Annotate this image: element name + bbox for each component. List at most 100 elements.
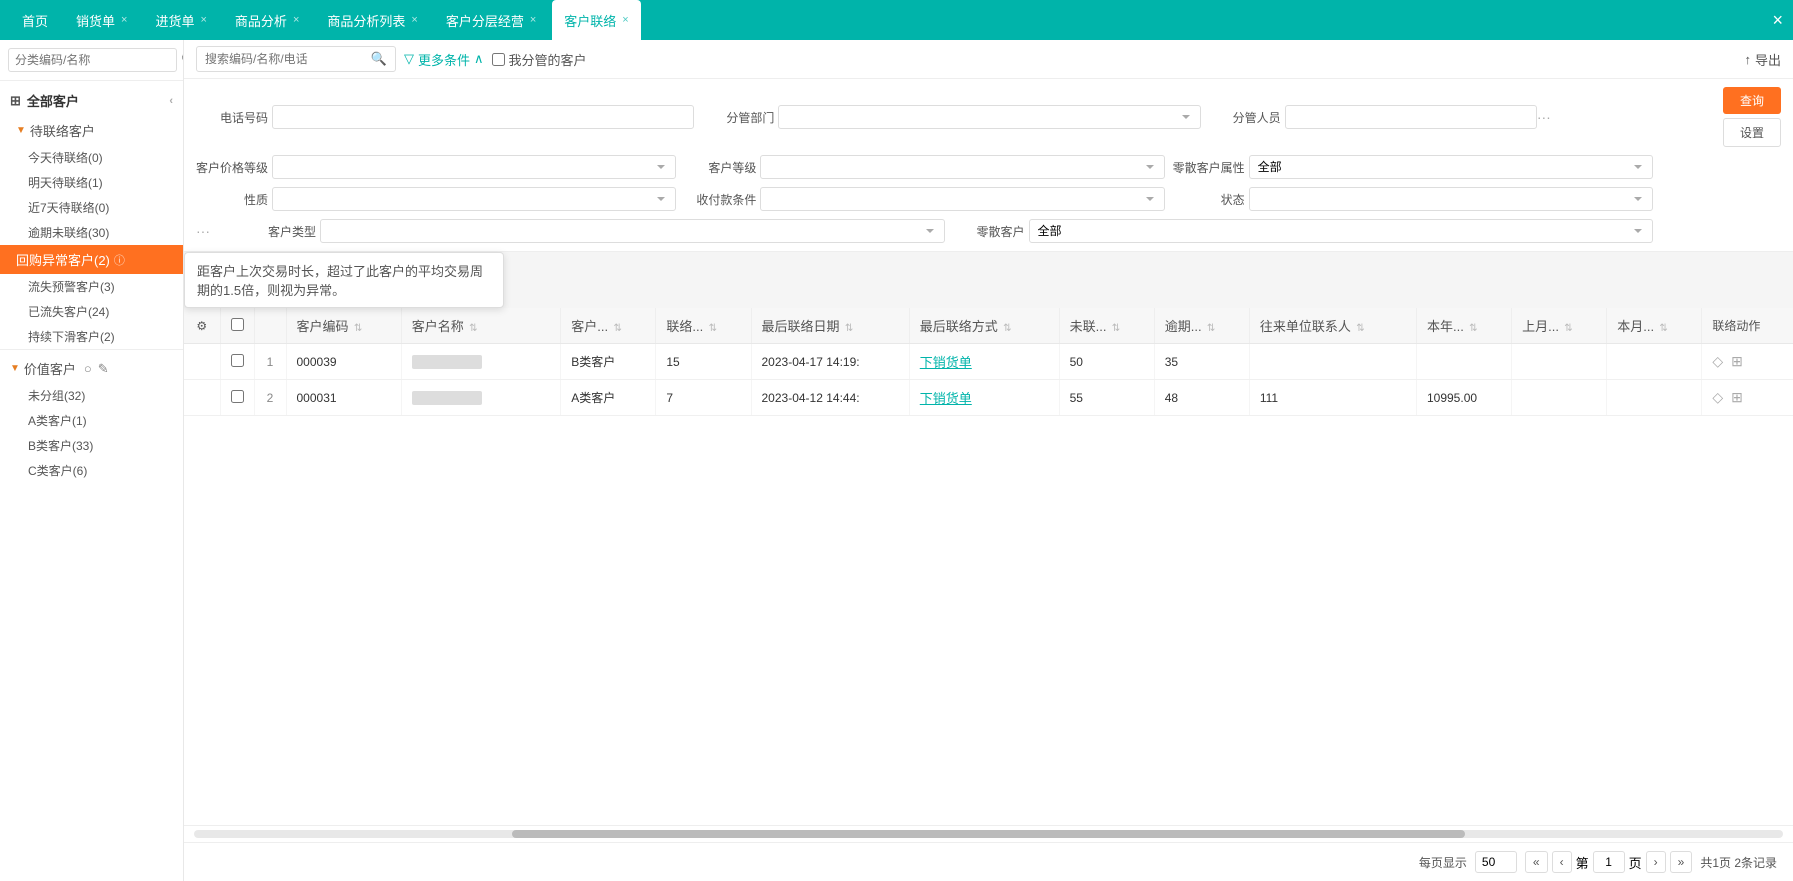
nav-item-analysis[interactable]: 商品分析 × — [223, 0, 311, 40]
main-search-icon[interactable]: 🔍 — [371, 51, 387, 67]
more-action-icon-2[interactable]: ⊞ — [1731, 389, 1743, 406]
sidebar-declining[interactable]: 持续下滑客户(2) — [0, 324, 183, 349]
settings-col-header[interactable]: ⚙ — [184, 308, 220, 344]
sidebar-item-7days[interactable]: 近7天待联络(0) — [0, 195, 183, 220]
price-grade-select[interactable] — [272, 155, 676, 179]
nav-item-customer-tier[interactable]: 客户分层经营 × — [434, 0, 548, 40]
select-all-checkbox[interactable] — [231, 318, 244, 331]
more-conditions-button[interactable]: ▽ 更多条件 ∧ — [404, 50, 484, 69]
per-page-select[interactable]: 50 — [1475, 851, 1517, 873]
sidebar-item-tomorrow[interactable]: 明天待联络(1) — [0, 170, 183, 195]
customer-type-select[interactable] — [320, 219, 945, 243]
nav-item-customer-contact[interactable]: 客户联络 × — [552, 0, 640, 40]
name-col-header[interactable]: 客户名称 ⇅ — [401, 308, 560, 344]
last-contact-method-col-header[interactable]: 最后联络方式 ⇅ — [909, 308, 1059, 344]
close-purchase-icon[interactable]: × — [200, 14, 206, 26]
sidebar-item-today[interactable]: 今天待联络(0) — [0, 145, 183, 170]
contact-action-icon-1[interactable]: ◇ — [1712, 353, 1723, 370]
query-button[interactable]: 查询 — [1723, 87, 1781, 114]
name-cell-2 — [401, 380, 560, 416]
last-contact-date-col-header[interactable]: 最后联络日期 ⇅ — [751, 308, 909, 344]
nav-home[interactable]: 首页 — [10, 0, 60, 40]
nav-item-purchase[interactable]: 进货单 × — [143, 0, 218, 40]
last-method-link-2[interactable]: 下销货单 — [920, 391, 972, 406]
export-button[interactable]: ↑ 导出 — [1744, 50, 1781, 69]
value-customers-header[interactable]: ▼ 价值客户 ○ ✎ — [0, 354, 183, 383]
last-method-link-1[interactable]: 下销货单 — [920, 355, 972, 370]
uncontacted-col-header[interactable]: 未联... ⇅ — [1059, 308, 1154, 344]
row1-checkbox[interactable] — [231, 354, 244, 367]
data-table-area[interactable]: ⚙ 客户编码 ⇅ 客户名称 ⇅ — [184, 308, 1793, 825]
sidebar-item-overdue[interactable]: 逾期未联络(30) — [0, 220, 183, 245]
manager-input[interactable] — [1285, 105, 1537, 129]
row4-ellipsis-button[interactable]: ··· — [196, 223, 210, 239]
this-year-col-header[interactable]: 本年... ⇅ — [1416, 308, 1511, 344]
sidebar-lost-warning[interactable]: 流失预警客户(3) — [0, 274, 183, 299]
payment-select[interactable] — [760, 187, 1164, 211]
last-method-cell-2[interactable]: 下销货单 — [909, 380, 1059, 416]
pending-contact-header[interactable]: ▼ 待联络客户 — [0, 116, 183, 145]
filter-row-3: 性质 收付款条件 状态 — [196, 187, 1781, 211]
window-close-button[interactable]: × — [1772, 10, 1783, 31]
price-grade-field: 客户价格等级 — [196, 155, 676, 179]
manager-ellipsis-button[interactable]: ··· — [1537, 109, 1551, 125]
retail-attr-select[interactable]: 全部 — [1249, 155, 1653, 179]
sidebar-class-c[interactable]: C类客户(6) — [0, 458, 183, 483]
sidebar-class-b[interactable]: B类客户(33) — [0, 433, 183, 458]
sidebar-ungrouped[interactable]: 未分组(32) — [0, 383, 183, 408]
page-number-input[interactable] — [1593, 851, 1625, 873]
nav-item-sales[interactable]: 销货单 × — [64, 0, 139, 40]
last-month-col-header[interactable]: 上月... ⇅ — [1512, 308, 1607, 344]
prev-page-button[interactable]: ‹ — [1552, 851, 1572, 873]
first-page-button[interactable]: « — [1525, 851, 1548, 873]
page-nav: « ‹ 第 页 › » — [1525, 851, 1692, 873]
unit-contact-col-header[interactable]: 往来单位联系人 ⇅ — [1249, 308, 1416, 344]
nature-select[interactable] — [272, 187, 676, 211]
edit2-icon[interactable]: ✎ — [98, 361, 109, 377]
customer-grade-select[interactable] — [760, 155, 1164, 179]
close-sales-icon[interactable]: × — [121, 14, 127, 26]
scrollbar-thumb[interactable] — [512, 830, 1465, 838]
code-col-header[interactable]: 客户编码 ⇅ — [286, 308, 401, 344]
sidebar-search-input[interactable] — [8, 48, 177, 72]
overdue-col-header[interactable]: 逾期... ⇅ — [1154, 308, 1249, 344]
status-select[interactable] — [1249, 187, 1653, 211]
contact-col-header[interactable]: 联络... ⇅ — [656, 308, 751, 344]
edit-icon[interactable]: ○ — [84, 361, 92, 376]
name-sort-icon: ⇅ — [469, 323, 477, 334]
sidebar-class-a[interactable]: A类客户(1) — [0, 408, 183, 433]
sidebar-all-customers[interactable]: ⊞ 全部客户 ‹ — [0, 85, 183, 116]
phone-input[interactable] — [272, 105, 694, 129]
my-customers-checkbox[interactable] — [492, 53, 505, 66]
my-customers-checkbox-area[interactable]: 我分管的客户 — [492, 50, 587, 69]
collapse-icon: ‹ — [169, 95, 173, 107]
horizontal-scrollbar[interactable] — [194, 830, 1783, 838]
status-field: 状态 — [1173, 187, 1653, 211]
nav-item-analysis-list[interactable]: 商品分析列表 × — [315, 0, 429, 40]
category-col-header[interactable]: 客户... ⇅ — [561, 308, 656, 344]
close-analysis-icon[interactable]: × — [293, 14, 299, 26]
next-page-button[interactable]: › — [1646, 851, 1666, 873]
name-blur-2 — [412, 391, 482, 405]
last-page-button[interactable]: » — [1670, 851, 1693, 873]
main-search-input[interactable] — [205, 52, 367, 66]
settings-button[interactable]: 设置 — [1723, 118, 1781, 147]
retail-customer-select[interactable]: 全部 — [1029, 219, 1654, 243]
more-action-icon-1[interactable]: ⊞ — [1731, 353, 1743, 370]
top-nav: 首页 销货单 × 进货单 × 商品分析 × 商品分析列表 × 客户分层经营 × … — [0, 0, 1793, 40]
row2-checkbox[interactable] — [231, 390, 244, 403]
close-customer-tier-icon[interactable]: × — [530, 14, 536, 26]
close-customer-contact-icon[interactable]: × — [622, 14, 628, 26]
close-analysis-list-icon[interactable]: × — [411, 14, 417, 26]
dept-select[interactable] — [778, 105, 1200, 129]
sidebar-lost[interactable]: 已流失客户(24) — [0, 299, 183, 324]
per-page-label: 每页显示 — [1419, 854, 1467, 871]
contact-action-icon-2[interactable]: ◇ — [1712, 389, 1723, 406]
last-method-cell-1[interactable]: 下销货单 — [909, 344, 1059, 380]
category-cell-2: A类客户 — [561, 380, 656, 416]
sidebar-repurchase-abnormal[interactable]: 回购异常客户(2) ⓘ — [0, 245, 183, 274]
this-month-col-header[interactable]: 本月... ⇅ — [1607, 308, 1702, 344]
sidebar-tree: ⊞ 全部客户 ‹ ▼ 待联络客户 今天待联络(0) 明天待联络(1) 近7天待联… — [0, 81, 183, 881]
contact-cell-1: 15 — [656, 344, 751, 380]
customer-grade-field: 客户等级 — [684, 155, 1164, 179]
